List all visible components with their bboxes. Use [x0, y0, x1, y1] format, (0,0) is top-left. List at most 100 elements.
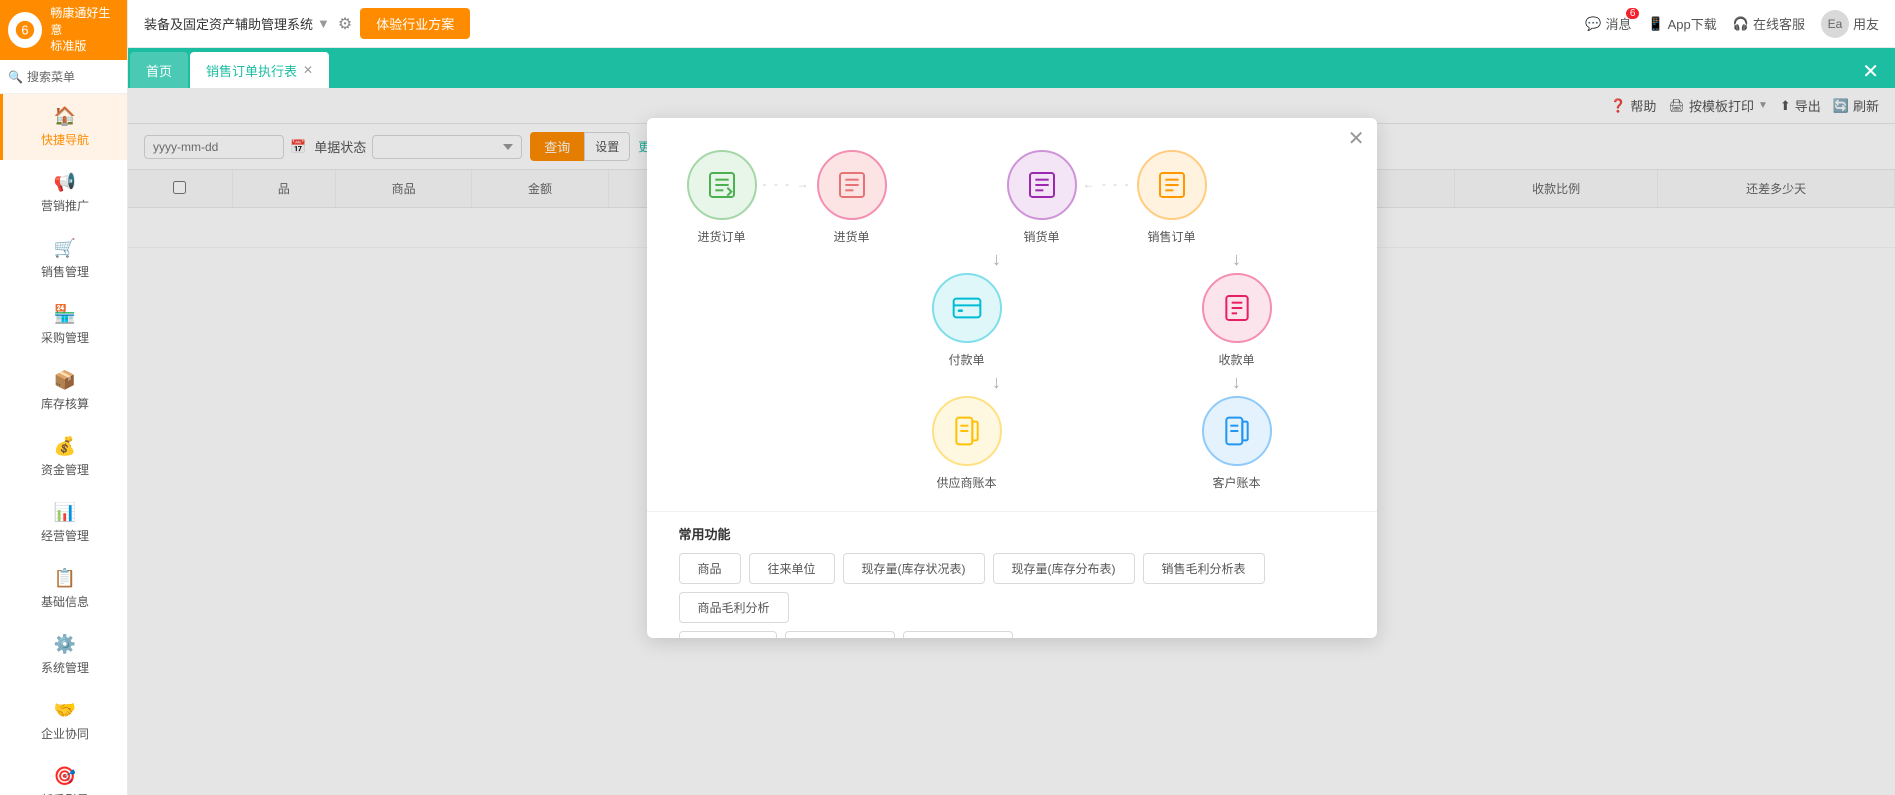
common-btn-product-profit[interactable]: 商品毛利分析: [679, 592, 789, 623]
payment-circle[interactable]: [932, 273, 1002, 343]
flow-col-purchase-order: 进货订单: [687, 150, 757, 245]
supplier-ledger-label: 供应商账本: [936, 474, 996, 491]
tabbar: 首页 销售订单执行表 ✕ ✕: [128, 48, 1895, 88]
topbar-actions: 💬 消息 6 📱 App下载 🎧 在线客服 Ea 用友: [1585, 10, 1879, 38]
flow-col-receipt: 收款单: [1177, 273, 1297, 368]
customer-ledger-circle[interactable]: [1202, 396, 1272, 466]
sidebar-item-cooperation[interactable]: 🤝 企业协同: [0, 688, 127, 754]
sales-order-circle[interactable]: [1137, 150, 1207, 220]
receipt-label: 收款单: [1218, 351, 1254, 368]
main-area: 装备及固定资产辅助管理系统 ▼ ⚙ 体验行业方案 💬 消息 6 📱 App下载 …: [128, 0, 1895, 795]
modal: ✕ 进货订单: [647, 118, 1377, 638]
sidebar-item-sales[interactable]: 🛒 销售管理: [0, 226, 127, 292]
common-buttons-row1: 商品 往来单位 现存量(库存状况表) 现存量(库存分布表) 销售毛利分析表 商品…: [679, 553, 1345, 623]
flow-col-purchase-receipt: 进货单: [817, 150, 887, 245]
purchase-order-label: 进货订单: [697, 228, 745, 245]
flow-col-customer-ledger: 客户账本: [1177, 396, 1297, 491]
app-download-action[interactable]: 📱 App下载: [1647, 14, 1716, 33]
sidebar-search[interactable]: 🔍 搜索菜单: [0, 60, 127, 94]
purchase-receipt-label: 进货单: [833, 228, 869, 245]
down-arrow-purchase-receipt: ↓: [992, 245, 1001, 273]
common-btn-sales-profit[interactable]: 销售毛利分析表: [1143, 553, 1265, 584]
down-arrow-sales-invoice: ↓: [1232, 245, 1241, 273]
user-action[interactable]: Ea 用友: [1821, 10, 1879, 38]
sidebar-item-guide[interactable]: 🎯 新手引导: [0, 754, 127, 795]
sales-icon: 🛒: [54, 238, 76, 259]
tab-home[interactable]: 首页: [130, 52, 188, 88]
trial-btn[interactable]: 体验行业方案: [360, 8, 470, 39]
common-btn-stock-dist[interactable]: 现存量(库存分布表): [993, 553, 1135, 584]
sidebar-item-basic-info[interactable]: 📋 基础信息: [0, 556, 127, 622]
guide-icon: 🎯: [54, 766, 76, 787]
sales-order-label: 销售订单: [1147, 228, 1195, 245]
common-section: 常用功能 商品 往来单位 现存量(库存状况表) 现存量(库存分布表) 销售毛利分…: [647, 511, 1377, 638]
sidebar-item-quick-nav[interactable]: 🏠 快捷导航: [0, 94, 127, 160]
sidebar-item-purchase[interactable]: 🏪 采购管理: [0, 292, 127, 358]
sales-invoice-label: 销货单: [1023, 228, 1059, 245]
arrow-down-purchase: ↓: [937, 245, 1057, 273]
purchase-icon: 🏪: [54, 304, 76, 325]
flow-col-sales-order: 销售订单: [1137, 150, 1207, 245]
dropdown-arrow-icon: ▼: [317, 16, 330, 31]
common-btn-payment-stats[interactable]: 付款情况统计: [903, 631, 1013, 638]
flow-row-1: 进货订单 - - - → 进货单: [687, 150, 1337, 245]
receipt-circle[interactable]: [1202, 273, 1272, 343]
common-btn-sales-rank[interactable]: 销售排行榜: [679, 631, 777, 638]
sidebar-item-inventory[interactable]: 📦 库存核算: [0, 358, 127, 424]
marketing-icon: 📢: [54, 172, 76, 193]
common-buttons-row2: 销售排行榜 收款情况统计 付款情况统计: [679, 631, 1345, 638]
arrow-down-sales: ↓: [1177, 245, 1297, 273]
basic-info-icon: 📋: [54, 568, 76, 589]
purchase-receipt-circle[interactable]: [817, 150, 887, 220]
sidebar-item-finance[interactable]: 💰 资金管理: [0, 424, 127, 490]
operations-icon: 📊: [54, 502, 76, 523]
sales-invoice-circle[interactable]: [1007, 150, 1077, 220]
purchase-order-circle[interactable]: [687, 150, 757, 220]
payment-label: 付款单: [948, 351, 984, 368]
modal-overlay[interactable]: ✕ 进货订单: [128, 88, 1895, 795]
sidebar: 6 畅康通好生意 标准版 🔍 搜索菜单 🏠 快捷导航 📢 营销推广 🛒 销售管理: [0, 0, 128, 795]
tab-close-icon[interactable]: ✕: [303, 63, 313, 77]
flow-row-5: 供应商账本 客户账本: [687, 396, 1337, 491]
online-service-action[interactable]: 🎧 在线客服: [1733, 14, 1805, 33]
flow-col-supplier-ledger: 供应商账本: [877, 396, 1057, 491]
user-avatar: Ea: [1821, 10, 1849, 38]
settings-icon[interactable]: ⚙: [338, 14, 352, 34]
sidebar-item-system[interactable]: ⚙️ 系统管理: [0, 622, 127, 688]
arrow-purchase-order-to-receipt: - - - →: [757, 177, 817, 219]
tab-sales-order-exec[interactable]: 销售订单执行表 ✕: [190, 52, 329, 88]
common-btn-stock-status[interactable]: 现存量(库存状况表): [843, 553, 985, 584]
logo-icon: 6: [8, 12, 42, 48]
message-badge: 6: [1626, 8, 1640, 19]
download-icon: 📱: [1647, 16, 1663, 32]
message-action[interactable]: 💬 消息 6: [1585, 14, 1631, 33]
common-title: 常用功能: [679, 512, 1345, 553]
sidebar-item-operations[interactable]: 📊 经营管理: [0, 490, 127, 556]
sidebar-nav: 🏠 快捷导航 📢 营销推广 🛒 销售管理 🏪 采购管理 📦 库存核算 💰: [0, 94, 127, 795]
sidebar-item-marketing[interactable]: 📢 营销推广: [0, 160, 127, 226]
down-arrow-payment: ↓: [992, 368, 1001, 396]
common-btn-partner[interactable]: 往来单位: [749, 553, 835, 584]
common-btn-receipt-stats[interactable]: 收款情况统计: [785, 631, 895, 638]
quick-nav-icon: 🏠: [54, 106, 76, 127]
common-btn-product[interactable]: 商品: [679, 553, 741, 584]
system-icon: ⚙️: [54, 634, 76, 655]
flow-section: 进货订单 - - - → 进货单: [647, 118, 1377, 511]
arrow-sales-order-to-invoice: ← - - -: [1077, 177, 1137, 219]
svg-text:6: 6: [22, 23, 29, 38]
system-title-dropdown[interactable]: 装备及固定资产辅助管理系统 ▼: [144, 14, 330, 33]
tab-bar-close-icon[interactable]: ✕: [1846, 59, 1895, 88]
search-icon: 🔍: [8, 70, 23, 84]
modal-close-icon[interactable]: ✕: [1348, 126, 1365, 151]
system-title: 装备及固定资产辅助管理系统 ▼ ⚙ 体验行业方案: [144, 8, 1577, 39]
topbar: 装备及固定资产辅助管理系统 ▼ ⚙ 体验行业方案 💬 消息 6 📱 App下载 …: [128, 0, 1895, 48]
service-icon: 🎧: [1733, 16, 1749, 32]
supplier-ledger-circle[interactable]: [932, 396, 1002, 466]
flow-row-arrows: ↓ ↓: [687, 245, 1337, 273]
logo: 6 畅康通好生意 标准版: [0, 0, 127, 60]
inventory-icon: 📦: [54, 370, 76, 391]
logo-text: 畅康通好生意 标准版: [50, 5, 119, 55]
down-arrow-receipt: ↓: [1232, 368, 1241, 396]
flow-col-payment: 付款单: [877, 273, 1057, 368]
finance-icon: 💰: [54, 436, 76, 457]
